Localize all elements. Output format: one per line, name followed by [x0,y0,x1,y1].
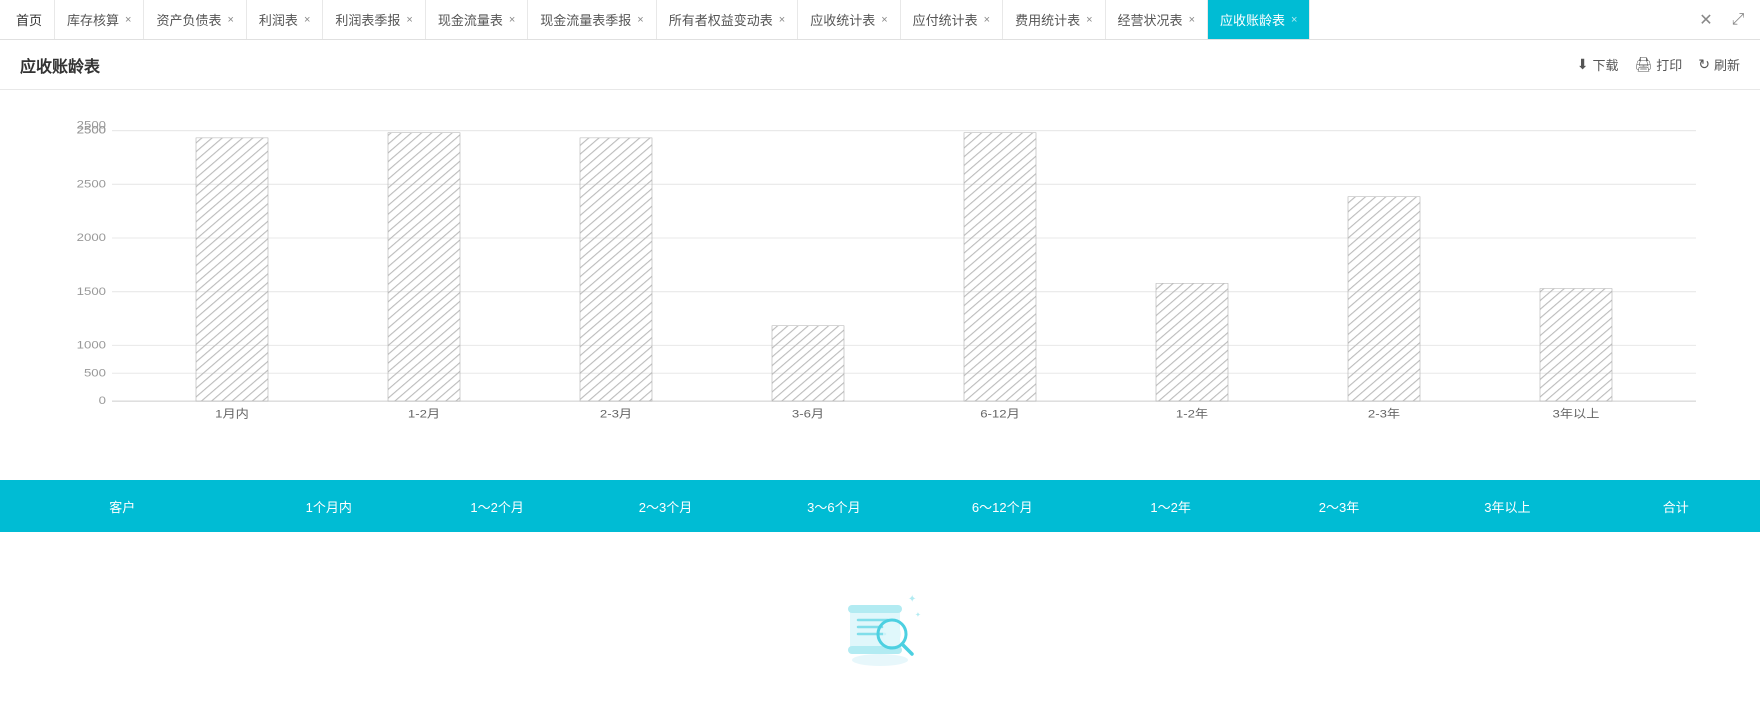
svg-text:1000: 1000 [77,338,107,351]
empty-state-icon: ✦ ✦ [830,572,930,672]
th-y2to3: 2～3年 [1255,497,1423,516]
tab-label-expense-stat: 费用统计表 [1015,10,1080,29]
svg-text:3-6月: 3-6月 [792,407,824,420]
tab-close-expense-stat[interactable]: × [1086,14,1092,26]
tab-label-inventory: 库存核算 [67,10,119,29]
tab-inventory[interactable]: 库存核算 × [55,0,144,40]
svg-text:✦: ✦ [908,594,916,605]
th-m2to3: 2～3个月 [581,497,749,516]
tab-label-cashflow: 现金流量表 [438,10,503,29]
tab-label-payable-stat: 应付统计表 [913,10,978,29]
tab-label-balance-sheet: 资产负债表 [156,10,221,29]
svg-text:1月内: 1月内 [215,407,249,420]
svg-text:✦: ✦ [915,611,921,619]
tab-bar: 首页 库存核算×资产负债表×利润表×利润表季报×现金流量表×现金流量表季报×所有… [0,0,1760,40]
tab-equity[interactable]: 所有者权益变动表 × [657,0,798,40]
tab-close-ar-aging[interactable]: × [1291,14,1297,26]
print-label: 打印 [1656,55,1682,74]
tab-label-receivable-stat: 应收统计表 [810,10,875,29]
th-m3to6: 3～6个月 [750,497,918,516]
bar-2-3月 [580,138,652,401]
svg-text:1-2年: 1-2年 [1176,407,1208,420]
bar-3年以上 [1540,289,1612,402]
svg-text:2-3月: 2-3月 [600,407,632,420]
download-label: 下载 [1592,55,1618,74]
svg-text:2500: 2500 [77,177,107,190]
tab-close-cashflow-quarterly[interactable]: × [637,14,643,26]
tab-label-cashflow-quarterly: 现金流量表季报 [540,10,631,29]
tab-label-profit: 利润表 [259,10,298,29]
tab-close-cashflow[interactable]: × [509,14,515,26]
main-content: 2500 2500 2500 2500 2000 1500 1000 500 0 [0,90,1760,720]
tab-profit-quarterly[interactable]: 利润表季报 × [323,0,425,40]
tab-close-receivable-stat[interactable]: × [881,14,887,26]
tab-payable-stat[interactable]: 应付统计表 × [901,0,1003,40]
tab-close-business-status[interactable]: × [1189,14,1195,26]
bar-1-2月 [388,133,460,401]
svg-text:2000: 2000 [77,231,107,244]
download-icon: ⬇ [1577,56,1589,73]
svg-text:2-3年: 2-3年 [1368,407,1400,420]
th-y1to2: 1～2年 [1086,497,1254,516]
tab-label-profit-quarterly: 利润表季报 [335,10,400,29]
tab-close-profit-quarterly[interactable]: × [406,14,412,26]
tab-cashflow-quarterly[interactable]: 现金流量表季报 × [528,0,656,40]
maximize-window-button[interactable]: ⤢ [1724,6,1752,34]
tab-close-equity[interactable]: × [779,14,785,26]
table-header: 客户1个月内1～2个月2～3个月3～6个月6～12个月1～2年2～3年3年以上合… [0,480,1760,532]
home-tab-label: 首页 [16,10,42,29]
print-button[interactable]: 🖨 打印 [1634,55,1682,74]
svg-text:6-12月: 6-12月 [980,407,1020,420]
download-button[interactable]: ⬇ 下载 [1577,55,1619,74]
svg-text:1-2月: 1-2月 [408,407,440,420]
chart-area: 2500 2500 2500 2500 2000 1500 1000 500 0 [0,90,1760,480]
tab-label-equity: 所有者权益变动表 [669,10,773,29]
refresh-icon: ↻ [1698,56,1710,73]
bar-chart: 2500 2500 2500 2500 2000 1500 1000 500 0 [40,110,1720,430]
tab-bar-actions: ✕ ⤢ [1692,6,1756,34]
close-window-button[interactable]: ✕ [1692,6,1720,34]
tab-expense-stat[interactable]: 费用统计表 × [1003,0,1105,40]
refresh-button[interactable]: ↻ 刷新 [1698,55,1740,74]
svg-text:0: 0 [99,394,107,407]
svg-text:2500: 2500 [77,124,107,137]
svg-text:500: 500 [84,366,106,379]
tab-label-ar-aging: 应收账龄表 [1220,10,1285,29]
tab-profit[interactable]: 利润表 × [247,0,323,40]
tab-receivable-stat[interactable]: 应收统计表 × [798,0,900,40]
bar-6-12月 [964,133,1036,401]
tab-close-payable-stat[interactable]: × [984,14,990,26]
refresh-label: 刷新 [1714,55,1740,74]
tab-label-business-status: 经营状况表 [1118,10,1183,29]
th-customer: 客户 [0,497,245,516]
th-above3y: 3年以上 [1423,497,1591,516]
svg-text:1500: 1500 [77,285,107,298]
bar-2-3年 [1348,197,1420,401]
th-m6to12: 6～12个月 [918,497,1086,516]
tab-ar-aging[interactable]: 应收账龄表 × [1208,0,1310,40]
tab-close-profit[interactable]: × [304,14,310,26]
tab-home[interactable]: 首页 [4,0,55,40]
th-within1m: 1个月内 [245,497,413,516]
tab-close-inventory[interactable]: × [125,14,131,26]
page-title: 应收账龄表 [20,53,100,77]
bar-3-6月 [772,326,844,401]
tab-cashflow[interactable]: 现金流量表 × [426,0,528,40]
tab-close-balance-sheet[interactable]: × [227,14,233,26]
print-icon: 🖨 [1634,56,1652,73]
th-total: 合计 [1592,497,1760,516]
tab-balance-sheet[interactable]: 资产负债表 × [144,0,246,40]
svg-text:3年以上: 3年以上 [1553,407,1600,420]
bar-1-2年 [1156,283,1228,401]
bar-1月内 [196,138,268,401]
page-header: 应收账龄表 ⬇ 下载 🖨 打印 ↻ 刷新 [0,40,1760,90]
th-m1to2: 1～2个月 [413,497,581,516]
tab-business-status[interactable]: 经营状况表 × [1106,0,1208,40]
header-actions: ⬇ 下载 🖨 打印 ↻ 刷新 [1577,55,1740,74]
empty-state: ✦ ✦ [0,532,1760,720]
